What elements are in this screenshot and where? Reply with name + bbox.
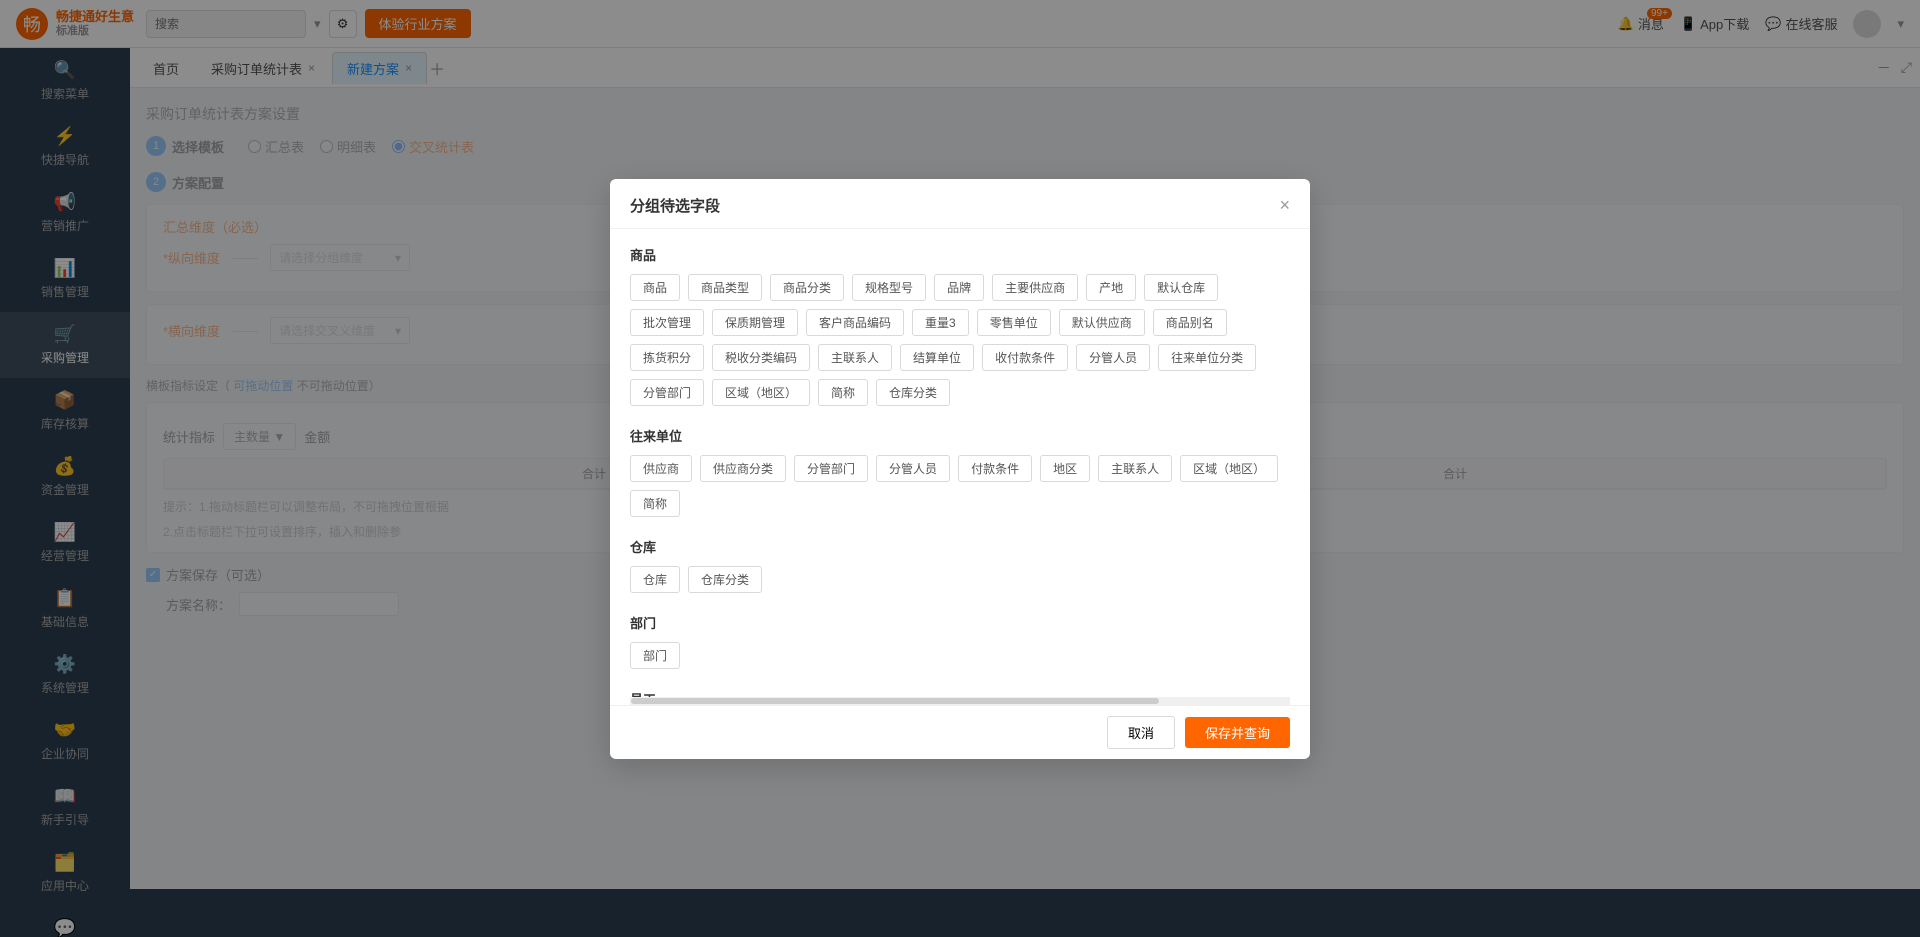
field-tag[interactable]: 分管人员 xyxy=(1076,344,1150,371)
field-select-modal: 分组待选字段 × 商品 商品 商品类型 商品分类 规格型号 品牌 主要供应商 产… xyxy=(610,179,1310,759)
field-tag[interactable]: 保质期管理 xyxy=(712,309,798,336)
modal-title: 分组待选字段 xyxy=(630,195,720,216)
field-tag[interactable]: 分管部门 xyxy=(794,455,868,482)
field-tag[interactable]: 分管部门 xyxy=(630,379,704,406)
section-staff-title: 员工 xyxy=(630,689,1290,697)
horizontal-scrollbar[interactable] xyxy=(630,697,1290,705)
section-department: 部门 部门 xyxy=(630,613,1290,669)
section-staff: 员工 业务员 xyxy=(630,689,1290,697)
field-tag[interactable]: 拣货积分 xyxy=(630,344,704,371)
field-tag[interactable]: 零售单位 xyxy=(977,309,1051,336)
modal-body[interactable]: 商品 商品 商品类型 商品分类 规格型号 品牌 主要供应商 产地 默认仓库 批次… xyxy=(610,229,1310,697)
field-tag[interactable]: 简称 xyxy=(818,379,868,406)
field-tag[interactable]: 简称 xyxy=(630,490,680,517)
section-product-title: 商品 xyxy=(630,245,1290,264)
field-tag[interactable]: 主要供应商 xyxy=(992,274,1078,301)
field-tag[interactable]: 客户商品编码 xyxy=(806,309,904,336)
field-tag[interactable]: 结算单位 xyxy=(900,344,974,371)
section-department-title: 部门 xyxy=(630,613,1290,632)
department-fields: 部门 xyxy=(630,642,1290,669)
field-tag[interactable]: 商品分类 xyxy=(770,274,844,301)
field-tag[interactable]: 分管人员 xyxy=(876,455,950,482)
field-tag[interactable]: 批次管理 xyxy=(630,309,704,336)
field-tag[interactable]: 供应商 xyxy=(630,455,692,482)
section-warehouse-title: 仓库 xyxy=(630,537,1290,556)
modal-close-button[interactable]: × xyxy=(1279,195,1290,216)
field-tag[interactable]: 付款条件 xyxy=(958,455,1032,482)
field-tag[interactable]: 部门 xyxy=(630,642,680,669)
section-warehouse: 仓库 仓库 仓库分类 xyxy=(630,537,1290,593)
field-tag[interactable]: 主联系人 xyxy=(1098,455,1172,482)
field-tag[interactable]: 税收分类编码 xyxy=(712,344,810,371)
section-product: 商品 商品 商品类型 商品分类 规格型号 品牌 主要供应商 产地 默认仓库 批次… xyxy=(630,245,1290,406)
field-tag[interactable]: 默认仓库 xyxy=(1144,274,1218,301)
field-tag[interactable]: 区域（地区） xyxy=(712,379,810,406)
field-tag[interactable]: 默认供应商 xyxy=(1059,309,1145,336)
cancel-button[interactable]: 取消 xyxy=(1107,716,1175,749)
field-tag[interactable]: 仓库分类 xyxy=(688,566,762,593)
warehouse-fields: 仓库 仓库分类 xyxy=(630,566,1290,593)
field-tag[interactable]: 往来单位分类 xyxy=(1158,344,1256,371)
save-query-button[interactable]: 保存并查询 xyxy=(1185,717,1290,748)
field-tag[interactable]: 商品别名 xyxy=(1153,309,1227,336)
field-tag[interactable]: 区域（地区） xyxy=(1180,455,1278,482)
field-tag[interactable]: 地区 xyxy=(1040,455,1090,482)
section-partner-title: 往来单位 xyxy=(630,426,1290,445)
h-scroll-thumb xyxy=(631,698,1159,704)
modal-action-bar: 取消 保存并查询 xyxy=(610,705,1310,759)
field-tag[interactable]: 商品 xyxy=(630,274,680,301)
field-tag[interactable]: 仓库分类 xyxy=(876,379,950,406)
field-tag[interactable]: 品牌 xyxy=(934,274,984,301)
modal-header: 分组待选字段 × xyxy=(610,179,1310,229)
field-tag[interactable]: 产地 xyxy=(1086,274,1136,301)
partner-fields: 供应商 供应商分类 分管部门 分管人员 付款条件 地区 主联系人 区域（地区） … xyxy=(630,455,1290,517)
field-tag[interactable]: 规格型号 xyxy=(852,274,926,301)
field-tag[interactable]: 收付款条件 xyxy=(982,344,1068,371)
field-tag[interactable]: 商品类型 xyxy=(688,274,762,301)
section-partner: 往来单位 供应商 供应商分类 分管部门 分管人员 付款条件 地区 主联系人 区域… xyxy=(630,426,1290,517)
field-tag[interactable]: 主联系人 xyxy=(818,344,892,371)
product-fields: 商品 商品类型 商品分类 规格型号 品牌 主要供应商 产地 默认仓库 批次管理 … xyxy=(630,274,1290,406)
field-tag[interactable]: 重量3 xyxy=(912,309,969,336)
field-tag[interactable]: 仓库 xyxy=(630,566,680,593)
field-tag[interactable]: 供应商分类 xyxy=(700,455,786,482)
